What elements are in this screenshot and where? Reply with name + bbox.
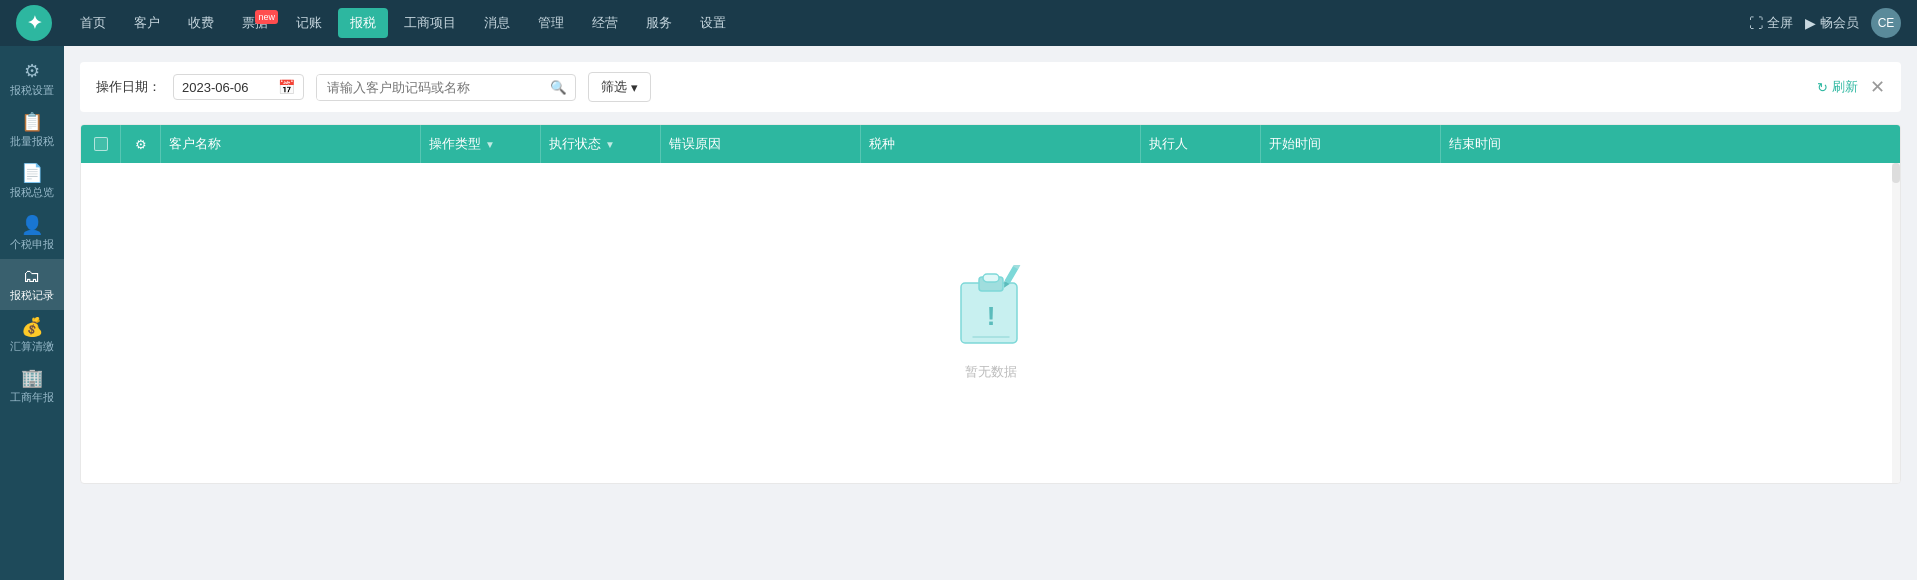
- chevron-down-icon: ▾: [631, 80, 638, 95]
- data-table: ⚙ 客户名称 操作类型 ▼ 执行状态 ▼ 错误原因 税种 执行人: [80, 124, 1901, 484]
- th-checkbox[interactable]: [81, 125, 121, 163]
- sidebar-item-settlement[interactable]: 💰 汇算清缴: [0, 310, 64, 361]
- sidebar-label-annual-report: 工商年报: [10, 391, 54, 404]
- search-icon: 🔍: [550, 80, 567, 95]
- nav-item-customer[interactable]: 客户: [122, 8, 172, 38]
- th-tax-type: 税种: [861, 125, 1141, 163]
- th-start-time: 开始时间: [1261, 125, 1441, 163]
- filter-button[interactable]: 筛选 ▾: [588, 72, 651, 102]
- th-start-time-label: 开始时间: [1269, 135, 1321, 153]
- empty-text: 暂无数据: [965, 363, 1017, 381]
- top-navigation: ✦ 首页 客户 收费 票据 new 记账 报税 工商项目 消息 管理 经营 服务…: [0, 0, 1917, 46]
- batch-tax-icon: 📋: [21, 113, 43, 131]
- th-executor: 执行人: [1141, 125, 1261, 163]
- nav-item-home[interactable]: 首页: [68, 8, 118, 38]
- svg-rect-2: [983, 274, 999, 282]
- date-input-wrapper: 📅: [173, 74, 304, 100]
- table-body: ! 暂无数据: [81, 163, 1900, 483]
- date-filter-label: 操作日期：: [96, 78, 161, 96]
- top-right-actions: ⛶ 全屏 ▶ 畅会员 CE: [1749, 8, 1901, 38]
- nav-item-invoice[interactable]: 票据 new: [230, 8, 280, 38]
- th-error-reason: 错误原因: [661, 125, 861, 163]
- sidebar-label-tax-records: 报税记录: [10, 289, 54, 302]
- th-op-type[interactable]: 操作类型 ▼: [421, 125, 541, 163]
- sidebar-label-settlement: 汇算清缴: [10, 340, 54, 353]
- sidebar-item-batch-tax[interactable]: 📋 批量报税: [0, 105, 64, 156]
- sidebar-item-tax-summary[interactable]: 📄 报税总览: [0, 156, 64, 207]
- member-button[interactable]: ▶ 畅会员: [1805, 14, 1859, 32]
- scroll-thumb[interactable]: [1892, 163, 1900, 183]
- refresh-icon: ↻: [1817, 80, 1828, 95]
- main-content: 操作日期： 📅 🔍 筛选 ▾ ↻ 刷新 ✕ ⚙: [64, 46, 1917, 580]
- sidebar-item-tax-records[interactable]: 🗂 报税记录: [0, 259, 64, 310]
- sort-icon-exec-status: ▼: [605, 139, 615, 150]
- sidebar: ⚙ 报税设置 📋 批量报税 📄 报税总览 👤 个税申报 🗂 报税记录 💰 汇算清…: [0, 46, 64, 580]
- personal-tax-icon: 👤: [21, 216, 43, 234]
- nav-item-service[interactable]: 服务: [634, 8, 684, 38]
- nav-menu: 首页 客户 收费 票据 new 记账 报税 工商项目 消息 管理 经营 服务 设…: [68, 8, 1749, 38]
- nav-item-tax[interactable]: 报税: [338, 8, 388, 38]
- logo-icon: ✦: [27, 12, 42, 34]
- th-client-name: 客户名称: [161, 125, 421, 163]
- search-input[interactable]: [317, 75, 542, 100]
- search-button[interactable]: 🔍: [542, 75, 575, 100]
- refresh-label: 刷新: [1832, 78, 1858, 96]
- th-end-time: 结束时间: [1441, 125, 1591, 163]
- calendar-icon: 📅: [278, 79, 295, 95]
- app-logo[interactable]: ✦: [16, 5, 52, 41]
- sort-icon-op-type: ▼: [485, 139, 495, 150]
- sidebar-label-personal-tax: 个税申报: [10, 238, 54, 251]
- th-end-time-label: 结束时间: [1449, 135, 1501, 153]
- filter-label-text: 筛选: [601, 78, 627, 96]
- search-wrapper: 🔍: [316, 74, 576, 101]
- empty-illustration-svg: !: [951, 265, 1031, 355]
- filter-bar: 操作日期： 📅 🔍 筛选 ▾ ↻ 刷新 ✕: [80, 62, 1901, 112]
- nav-item-accounts[interactable]: 记账: [284, 8, 334, 38]
- nav-item-business[interactable]: 工商项目: [392, 8, 468, 38]
- nav-item-settings[interactable]: 设置: [688, 8, 738, 38]
- member-icon: ▶: [1805, 15, 1816, 31]
- nav-item-finance[interactable]: 经营: [580, 8, 630, 38]
- th-op-type-label: 操作类型: [429, 135, 481, 153]
- tax-records-icon: 🗂: [23, 267, 41, 285]
- nav-item-message[interactable]: 消息: [472, 8, 522, 38]
- fullscreen-button[interactable]: ⛶ 全屏: [1749, 14, 1793, 32]
- fullscreen-icon: ⛶: [1749, 15, 1763, 31]
- th-error-reason-label: 错误原因: [669, 135, 721, 153]
- th-exec-status[interactable]: 执行状态 ▼: [541, 125, 661, 163]
- new-badge: new: [255, 10, 278, 24]
- member-label: 畅会员: [1820, 14, 1859, 32]
- sidebar-label-batch-tax: 批量报税: [10, 135, 54, 148]
- sidebar-item-annual-report[interactable]: 🏢 工商年报: [0, 361, 64, 412]
- header-checkbox[interactable]: [94, 137, 108, 151]
- close-button[interactable]: ✕: [1870, 78, 1885, 96]
- th-client-name-label: 客户名称: [169, 135, 221, 153]
- sidebar-label-tax-summary: 报税总览: [10, 186, 54, 199]
- th-gear[interactable]: ⚙: [121, 125, 161, 163]
- th-tax-type-label: 税种: [869, 135, 895, 153]
- sidebar-item-tax-settings[interactable]: ⚙ 报税设置: [0, 54, 64, 105]
- tax-summary-icon: 📄: [21, 164, 43, 182]
- scroll-track[interactable]: [1892, 163, 1900, 483]
- settlement-icon: 💰: [21, 318, 43, 336]
- empty-state: ! 暂无数据: [951, 225, 1031, 421]
- date-input[interactable]: [182, 80, 272, 95]
- svg-text:!: !: [986, 301, 995, 331]
- gear-icon: ⚙: [135, 137, 147, 152]
- avatar[interactable]: CE: [1871, 8, 1901, 38]
- nav-item-management[interactable]: 管理: [526, 8, 576, 38]
- sidebar-label-tax-settings: 报税设置: [10, 84, 54, 97]
- fullscreen-label: 全屏: [1767, 14, 1793, 32]
- annual-report-icon: 🏢: [21, 369, 43, 387]
- table-header: ⚙ 客户名称 操作类型 ▼ 执行状态 ▼ 错误原因 税种 执行人: [81, 125, 1900, 163]
- nav-item-billing[interactable]: 收费: [176, 8, 226, 38]
- refresh-button[interactable]: ↻ 刷新: [1817, 78, 1858, 96]
- th-exec-status-label: 执行状态: [549, 135, 601, 153]
- tax-settings-icon: ⚙: [24, 62, 40, 80]
- th-executor-label: 执行人: [1149, 135, 1188, 153]
- sidebar-item-personal-tax[interactable]: 👤 个税申报: [0, 208, 64, 259]
